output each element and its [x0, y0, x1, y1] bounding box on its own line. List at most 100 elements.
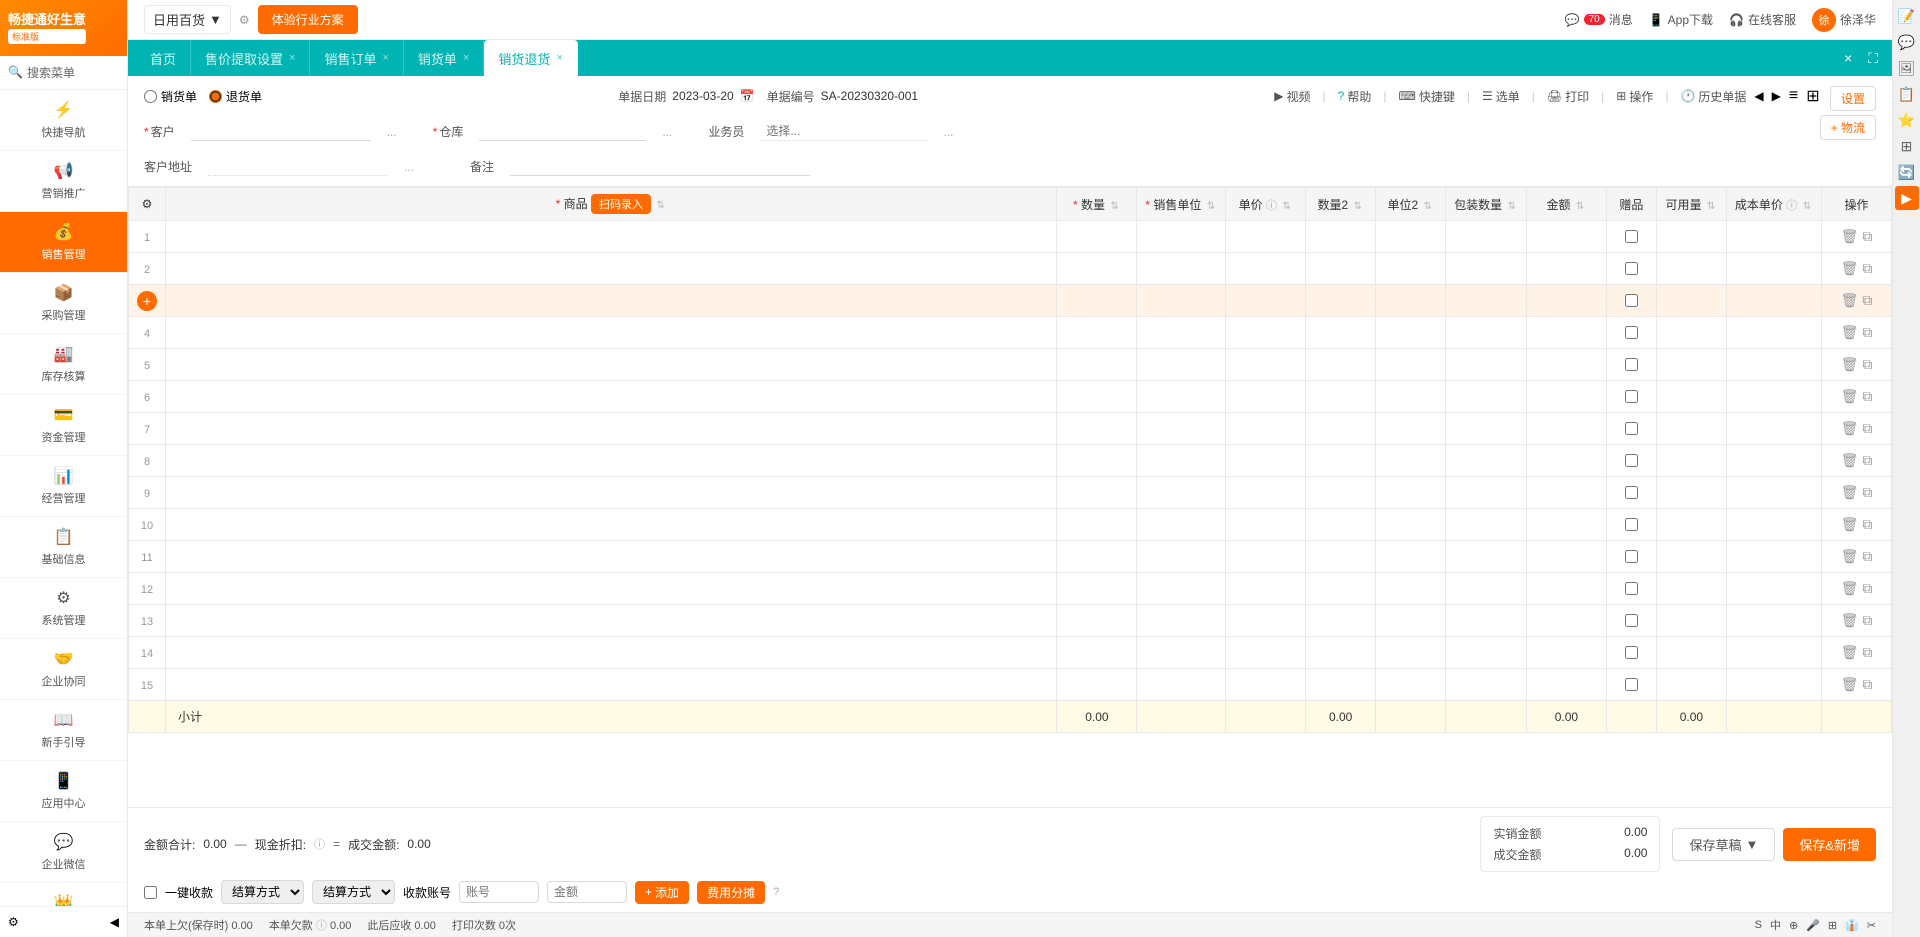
- qty2-cell-2[interactable]: [1306, 253, 1376, 285]
- delete-row[interactable]: 🗑: [1841, 676, 1859, 693]
- delete-row[interactable]: 🗑: [1841, 452, 1859, 469]
- copy-row[interactable]: ⧉: [1862, 356, 1872, 373]
- delete-row[interactable]: 🗑: [1841, 580, 1859, 597]
- sidebar-item-base[interactable]: 📋 基础信息: [0, 517, 127, 578]
- print-btn[interactable]: 🖨 打印: [1547, 88, 1589, 105]
- gift-checkbox[interactable]: [1625, 518, 1638, 531]
- copy-row[interactable]: ⧉: [1862, 516, 1872, 533]
- sidebar-item-operations[interactable]: 📊 经营管理: [0, 456, 127, 517]
- copy-row[interactable]: ⧉: [1862, 420, 1872, 437]
- delete-row[interactable]: 🗑: [1841, 324, 1859, 341]
- gift-checkbox[interactable]: [1625, 550, 1638, 563]
- amount-cell-2[interactable]: [1526, 253, 1606, 285]
- add-payment-button[interactable]: + 添加: [635, 881, 689, 904]
- gift-checkbox[interactable]: [1625, 582, 1638, 595]
- history-btn[interactable]: 🕐 历史单据: [1680, 88, 1746, 105]
- settle-method-select[interactable]: 结算方式: [221, 880, 304, 904]
- qty-cell-3[interactable]: [1057, 285, 1137, 317]
- col-settings[interactable]: ⚙: [129, 188, 166, 221]
- calc-method-select[interactable]: 结算方式: [312, 880, 395, 904]
- add-row-button[interactable]: +: [137, 291, 157, 311]
- radio-sale-deliver[interactable]: 销货单: [144, 88, 197, 105]
- right-panel-refresh[interactable]: 🔄: [1895, 160, 1919, 184]
- collapse-icon[interactable]: ◀: [110, 915, 119, 929]
- delete-row[interactable]: 🗑: [1841, 644, 1859, 661]
- product-cell[interactable]: [166, 605, 1057, 637]
- fullscreen-button[interactable]: ⛶: [1862, 48, 1884, 69]
- cost-cell-2[interactable]: [1726, 253, 1821, 285]
- pack-cell-1[interactable]: [1446, 221, 1527, 253]
- doc-date-value[interactable]: 2023-03-20: [672, 89, 733, 103]
- cost-cell-1[interactable]: [1726, 221, 1821, 253]
- product-cell[interactable]: [166, 637, 1057, 669]
- product-cell[interactable]: [166, 669, 1057, 701]
- view-list-icon[interactable]: ≡: [1789, 87, 1798, 105]
- copy-row[interactable]: ⧉: [1862, 676, 1872, 693]
- help-btn[interactable]: ? 帮助: [1338, 88, 1372, 105]
- unit2-cell-2[interactable]: [1376, 253, 1446, 285]
- right-panel-action[interactable]: ▶: [1895, 186, 1919, 210]
- copy-row[interactable]: ⧉: [1862, 388, 1872, 405]
- pack-cell-3[interactable]: [1446, 285, 1527, 317]
- sidebar-item-corp[interactable]: 🤝 企业协同: [0, 639, 127, 700]
- pack-cell-2[interactable]: [1446, 253, 1527, 285]
- amount-cell-3[interactable]: [1526, 285, 1606, 317]
- delete-row[interactable]: 🗑: [1841, 420, 1859, 437]
- save-new-button[interactable]: 保存&新增: [1783, 828, 1876, 861]
- gift-checkbox[interactable]: [1625, 646, 1638, 659]
- product-cell-1[interactable]: [166, 221, 1057, 253]
- sidebar-item-finance[interactable]: 💳 资金管理: [0, 395, 127, 456]
- unit-sort-icon[interactable]: ⇅: [1207, 201, 1215, 212]
- gift-checkbox-2[interactable]: [1625, 262, 1638, 275]
- online-service-item[interactable]: 🎧 在线客服: [1729, 11, 1796, 28]
- settings-button[interactable]: 设置: [1830, 86, 1876, 111]
- gift-checkbox[interactable]: [1625, 454, 1638, 467]
- unit-cell-3[interactable]: [1137, 285, 1226, 317]
- select-doc-btn[interactable]: ☰ 选单: [1482, 88, 1520, 105]
- delete-row[interactable]: 🗑: [1841, 612, 1859, 629]
- business-selector[interactable]: 日用百货 ▼: [144, 5, 231, 34]
- price-cell-1[interactable]: [1226, 221, 1306, 253]
- sidebar-item-system[interactable]: ⚙ 系统管理: [0, 578, 127, 639]
- price-cell-2[interactable]: [1226, 253, 1306, 285]
- search-menu-item[interactable]: 🔍 搜索菜单: [0, 56, 127, 90]
- unit2-cell-3[interactable]: [1376, 285, 1446, 317]
- gift-checkbox[interactable]: [1625, 422, 1638, 435]
- fee-split-button[interactable]: 费用分摊: [697, 881, 765, 904]
- sidebar-item-member[interactable]: 👑 畅会员: [0, 883, 127, 906]
- product-cell-2[interactable]: [166, 253, 1057, 285]
- salesperson-dots[interactable]: ...: [943, 125, 953, 139]
- copy-row-3[interactable]: ⧉: [1862, 292, 1872, 309]
- video-help-btn[interactable]: ▶ 视频: [1274, 88, 1310, 105]
- right-panel-grid[interactable]: ⊞: [1895, 134, 1919, 158]
- save-draft-button[interactable]: 保存草稿 ▼: [1672, 828, 1775, 861]
- address-input[interactable]: [208, 157, 388, 176]
- try-solution-button[interactable]: 体验行业方案: [258, 5, 358, 34]
- warehouse-input[interactable]: 总仓: [479, 122, 646, 141]
- delete-row[interactable]: 🗑: [1841, 356, 1859, 373]
- app-download-item[interactable]: 📱 App下载: [1649, 11, 1713, 28]
- copy-row[interactable]: ⧉: [1862, 612, 1872, 629]
- delete-row[interactable]: 🗑: [1841, 548, 1859, 565]
- gift-checkbox[interactable]: [1625, 358, 1638, 371]
- tab-sale-deliver[interactable]: 销货单 ×: [404, 40, 484, 76]
- copy-row[interactable]: ⧉: [1862, 324, 1872, 341]
- tab-home[interactable]: 首页: [136, 40, 191, 76]
- add-logistics-button[interactable]: + 物流: [1820, 115, 1876, 140]
- copy-row[interactable]: ⧉: [1862, 644, 1872, 661]
- delete-row-1[interactable]: 🗑: [1841, 228, 1859, 245]
- unit2-cell-1[interactable]: [1376, 221, 1446, 253]
- pack-sort-icon[interactable]: ⇅: [1508, 201, 1516, 212]
- customer-input[interactable]: [191, 122, 371, 141]
- copy-row-2[interactable]: ⧉: [1862, 260, 1872, 277]
- avail-sort-icon[interactable]: ⇅: [1707, 201, 1715, 212]
- right-panel-image[interactable]: 🖼: [1895, 56, 1919, 80]
- sidebar-item-guide[interactable]: 📖 新手引导: [0, 700, 127, 761]
- right-panel-copy[interactable]: 📋: [1895, 82, 1919, 106]
- right-panel-note[interactable]: 📝: [1895, 4, 1919, 28]
- gift-cell-1[interactable]: [1606, 221, 1656, 253]
- gift-checkbox[interactable]: [1625, 390, 1638, 403]
- radio-sale-input[interactable]: [144, 90, 157, 103]
- settings-gear-icon[interactable]: ⚙: [239, 13, 250, 27]
- gift-cell-2[interactable]: [1606, 253, 1656, 285]
